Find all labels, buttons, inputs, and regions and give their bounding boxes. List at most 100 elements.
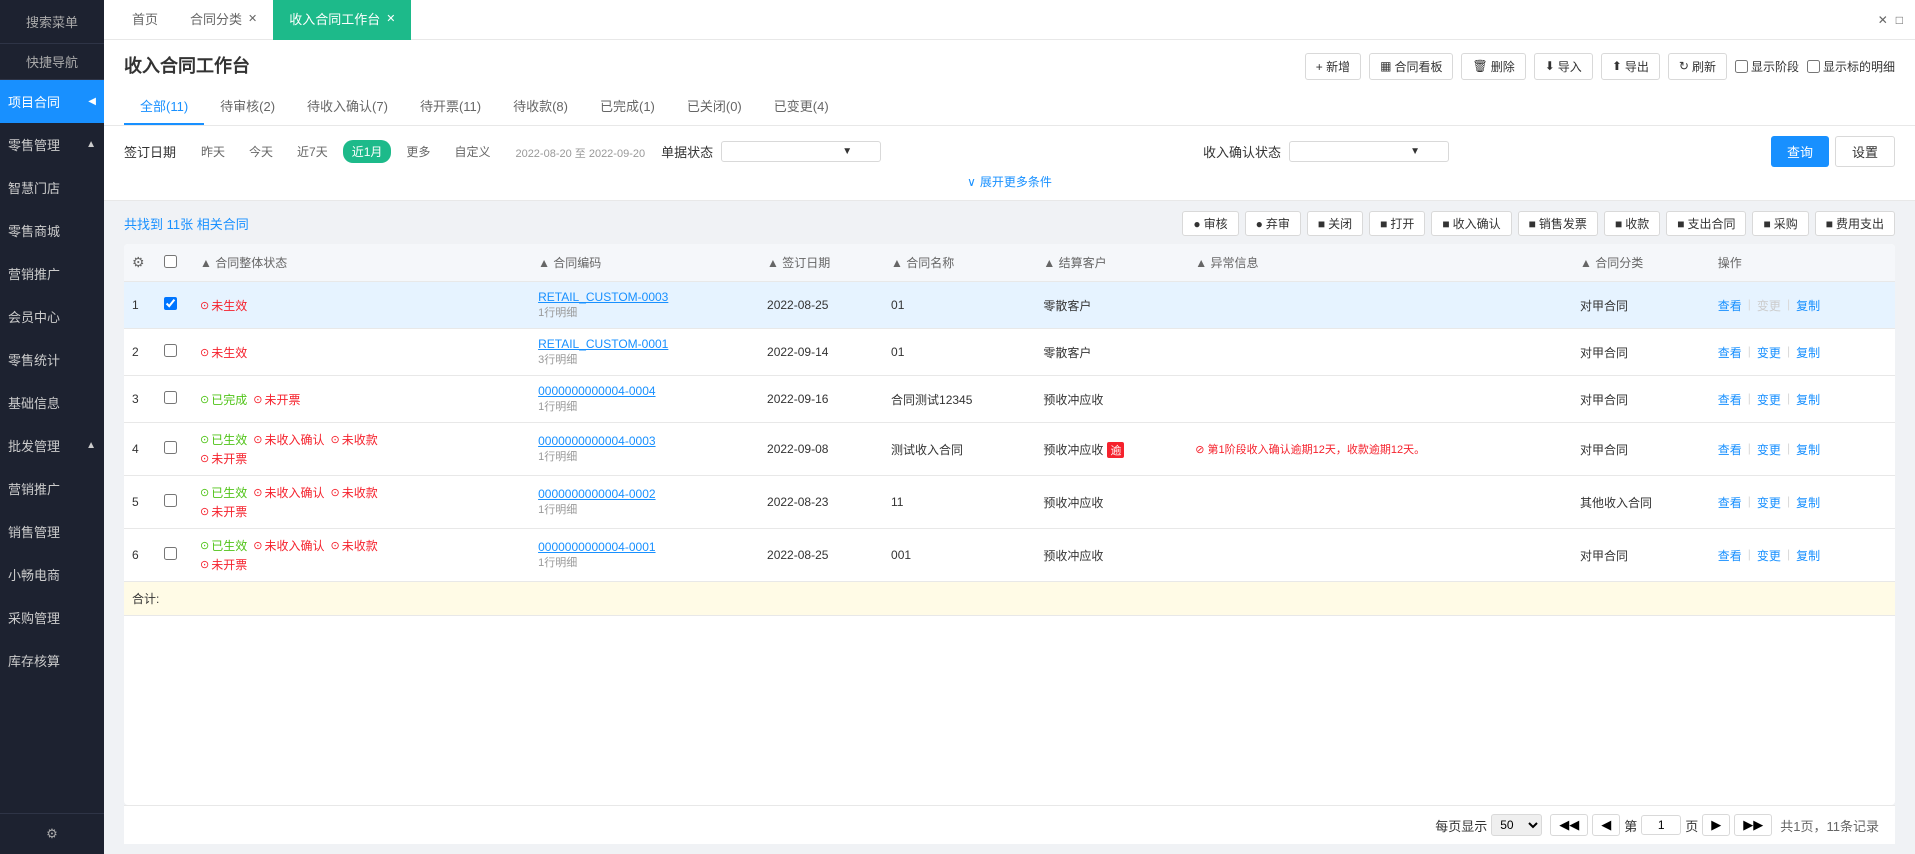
tab-close-contract-category[interactable]: ✕ xyxy=(248,12,257,25)
query-button[interactable]: 查询 xyxy=(1771,136,1829,167)
row-action-复制[interactable]: 复制 xyxy=(1796,494,1820,511)
tab-home[interactable]: 首页 xyxy=(116,0,174,40)
last-page-btn[interactable]: ▶▶ xyxy=(1734,814,1772,836)
row-checkbox[interactable] xyxy=(164,494,177,507)
row-action-复制[interactable]: 复制 xyxy=(1796,547,1820,564)
row-action-复制[interactable]: 复制 xyxy=(1796,344,1820,361)
date-today-btn[interactable]: 今天 xyxy=(240,140,282,163)
settings-icon[interactable]: ⚙ xyxy=(132,254,145,270)
next-page-btn[interactable]: ▶ xyxy=(1702,814,1730,836)
row-action-查看[interactable]: 查看 xyxy=(1718,391,1742,408)
expense-pay-btn[interactable]: ■ 费用支出 xyxy=(1815,211,1895,236)
refresh-button[interactable]: ↻ 刷新 xyxy=(1668,53,1727,80)
first-page-btn[interactable]: ◀◀ xyxy=(1550,814,1588,836)
contract-code-link[interactable]: RETAIL_CUSTOM-0001 xyxy=(538,337,751,351)
row-checkbox[interactable] xyxy=(164,441,177,454)
row-checkbox[interactable] xyxy=(164,547,177,560)
expand-more-btn[interactable]: ∨ 展开更多条件 xyxy=(967,173,1052,190)
row-action-查看[interactable]: 查看 xyxy=(1718,344,1742,361)
sidebar-item-basic-info[interactable]: 基础信息 xyxy=(0,381,104,424)
open-btn[interactable]: ■ 打开 xyxy=(1369,211,1425,236)
review-btn[interactable]: ● 审核 xyxy=(1182,211,1238,236)
row-action-变更[interactable]: 变更 xyxy=(1757,441,1781,458)
date-last7-btn[interactable]: 近7天 xyxy=(288,140,337,163)
row-action-查看[interactable]: 查看 xyxy=(1718,494,1742,511)
row-action-变更[interactable]: 变更 xyxy=(1757,391,1781,408)
maximize-window-btn[interactable]: □ xyxy=(1896,13,1903,27)
contract-code-link[interactable]: 0000000000004-0002 xyxy=(538,487,751,501)
sidebar-item-smart-store[interactable]: 智慧门店 xyxy=(0,166,104,209)
sidebar-nav[interactable]: 快捷导航 xyxy=(0,44,104,80)
tab-contract-category[interactable]: 合同分类 ✕ xyxy=(174,0,273,40)
sidebar-item-wholesale[interactable]: 批发管理 ▲ xyxy=(0,424,104,467)
sidebar-settings[interactable]: ⚙ xyxy=(0,813,104,854)
tab-close-income-workbench[interactable]: ✕ xyxy=(386,12,395,25)
row-action-变更[interactable]: 变更 xyxy=(1757,344,1781,361)
status-tab-all[interactable]: 全部(11) xyxy=(124,88,204,125)
row-checkbox[interactable] xyxy=(164,297,177,310)
sidebar-item-sales-mgmt[interactable]: 销售管理 xyxy=(0,510,104,553)
sidebar-item-member[interactable]: 会员中心 xyxy=(0,295,104,338)
page-size-select[interactable]: 50 100 200 xyxy=(1491,814,1542,836)
date-yesterday-btn[interactable]: 昨天 xyxy=(192,140,234,163)
show-labels-check[interactable]: 显示标的明细 xyxy=(1807,58,1895,75)
income-confirm-btn[interactable]: ■ 收入确认 xyxy=(1431,211,1511,236)
sidebar-item-project[interactable]: 项目合同 ◀ xyxy=(0,80,104,123)
page-number-input[interactable] xyxy=(1641,815,1681,835)
delete-button[interactable]: 🗑 删除 xyxy=(1461,53,1525,80)
row-checkbox[interactable] xyxy=(164,344,177,357)
row-action-查看[interactable]: 查看 xyxy=(1718,441,1742,458)
status-select-box[interactable]: ▼ xyxy=(721,141,881,162)
sidebar-item-ecommerce[interactable]: 小畅电商 xyxy=(0,553,104,596)
sidebar-item-retail-stats[interactable]: 零售统计 xyxy=(0,338,104,381)
add-button[interactable]: + 新增 xyxy=(1305,53,1361,80)
date-more-btn[interactable]: 更多 xyxy=(397,140,439,163)
sales-invoice-btn[interactable]: ■ 销售发票 xyxy=(1518,211,1598,236)
status-tab-pending-invoice[interactable]: 待开票(11) xyxy=(404,88,497,125)
contract-code-link[interactable]: RETAIL_CUSTOM-0003 xyxy=(538,290,751,304)
show-stages-check[interactable]: 显示阶段 xyxy=(1735,58,1799,75)
date-custom-btn[interactable]: 自定义 xyxy=(445,140,499,163)
close-window-btn[interactable]: ✕ xyxy=(1878,13,1888,27)
row-action-变更[interactable]: 变更 xyxy=(1757,494,1781,511)
status-tab-pending-confirm[interactable]: 待收入确认(7) xyxy=(291,88,404,125)
row-action-查看[interactable]: 查看 xyxy=(1718,297,1742,314)
row-action-复制[interactable]: 复制 xyxy=(1796,297,1820,314)
sidebar-item-retail-commerce[interactable]: 零售商城 xyxy=(0,209,104,252)
row-action-复制[interactable]: 复制 xyxy=(1796,441,1820,458)
sidebar-item-marketing2[interactable]: 营销推广 xyxy=(0,467,104,510)
import-button[interactable]: ⬇ 导入 xyxy=(1534,53,1593,80)
row-action-复制[interactable]: 复制 xyxy=(1796,391,1820,408)
contract-code-link[interactable]: 0000000000004-0001 xyxy=(538,540,751,554)
dashboard-button[interactable]: ▦ 合同看板 xyxy=(1369,53,1453,80)
row-action-变更[interactable]: 变更 xyxy=(1757,547,1781,564)
sidebar-item-retail-mgmt[interactable]: 零售管理 ▲ xyxy=(0,123,104,166)
close-contract-btn[interactable]: ■ 关闭 xyxy=(1307,211,1363,236)
col-settings[interactable]: ⚙ xyxy=(124,244,156,282)
payment-btn[interactable]: ■ 收款 xyxy=(1604,211,1660,236)
confirm-status-select[interactable]: ▼ xyxy=(1289,141,1449,162)
date-last1month-btn[interactable]: 近1月 xyxy=(343,140,392,163)
prev-page-btn[interactable]: ◀ xyxy=(1592,814,1620,836)
row-action-查看[interactable]: 查看 xyxy=(1718,547,1742,564)
tab-income-workbench[interactable]: 收入合同工作台 ✕ xyxy=(273,0,411,40)
abandon-btn[interactable]: ● 弃审 xyxy=(1245,211,1301,236)
row-checkbox[interactable] xyxy=(164,391,177,404)
purchase-btn[interactable]: ■ 采购 xyxy=(1752,211,1808,236)
expense-out-btn[interactable]: ■ 支出合同 xyxy=(1666,211,1746,236)
sidebar-item-marketing[interactable]: 营销推广 xyxy=(0,252,104,295)
sidebar-search[interactable]: 搜索菜单 xyxy=(0,0,104,44)
status-tab-pending-payment[interactable]: 待收款(8) xyxy=(497,88,584,125)
status-tab-completed[interactable]: 已完成(1) xyxy=(584,88,671,125)
export-button[interactable]: ⬆ 导出 xyxy=(1601,53,1660,80)
contract-code-link[interactable]: 0000000000004-0004 xyxy=(538,384,751,398)
contract-code-link[interactable]: 0000000000004-0003 xyxy=(538,434,751,448)
settings-button[interactable]: 设置 xyxy=(1835,136,1895,167)
sidebar-item-inventory[interactable]: 库存核算 xyxy=(0,639,104,682)
select-all-checkbox[interactable] xyxy=(164,255,177,268)
status-tab-closed[interactable]: 已关闭(0) xyxy=(671,88,758,125)
status-tab-pending-review[interactable]: 待审核(2) xyxy=(204,88,291,125)
sidebar-item-purchase[interactable]: 采购管理 xyxy=(0,596,104,639)
col-customer: ▲ 结算客户 xyxy=(1035,244,1187,282)
status-tab-changed[interactable]: 已变更(4) xyxy=(758,88,845,125)
